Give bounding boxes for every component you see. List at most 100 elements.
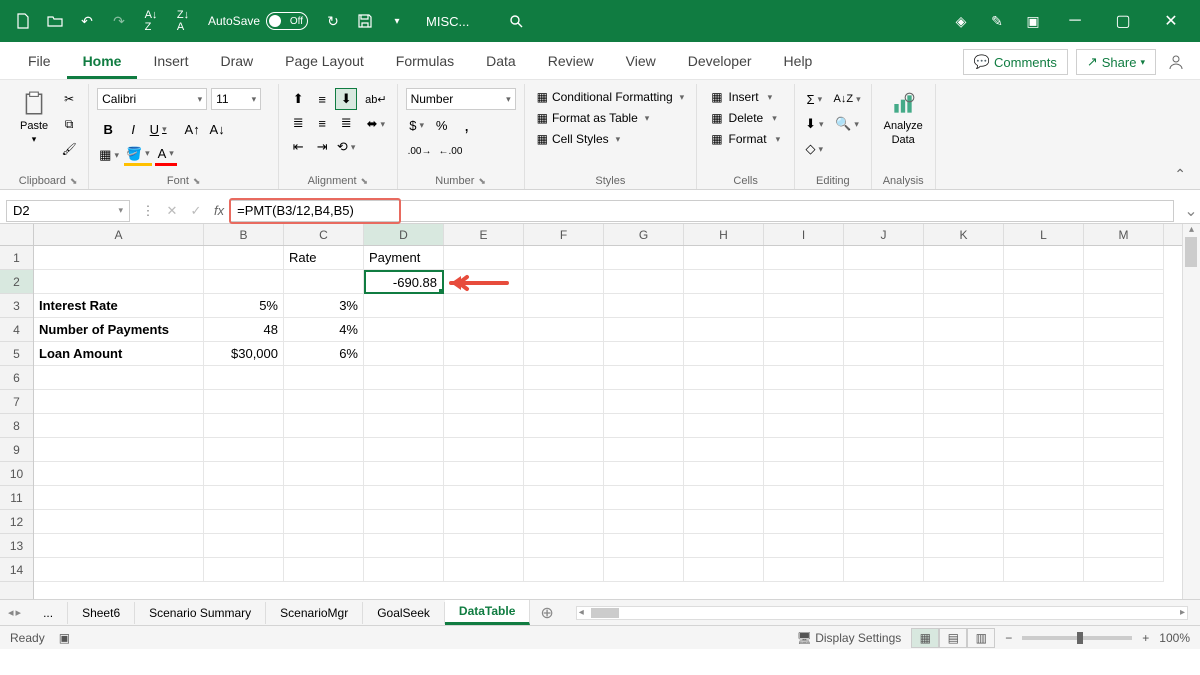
zoom-in-button[interactable]: + (1142, 631, 1149, 645)
cell-E14[interactable] (444, 558, 524, 582)
hscroll-thumb[interactable] (591, 608, 619, 618)
format-as-table-button[interactable]: ▦ Format as Table (533, 109, 689, 127)
cell-J11[interactable] (844, 486, 924, 510)
cell-J7[interactable] (844, 390, 924, 414)
cell-C7[interactable] (284, 390, 364, 414)
cell-D12[interactable] (364, 510, 444, 534)
cell-C6[interactable] (284, 366, 364, 390)
row-header-6[interactable]: 6 (0, 366, 33, 390)
delete-cells-button[interactable]: ▦ Delete (705, 109, 786, 127)
cell-J10[interactable] (844, 462, 924, 486)
cell-D10[interactable] (364, 462, 444, 486)
cell-G14[interactable] (604, 558, 684, 582)
tab-help[interactable]: Help (768, 45, 829, 79)
cell-F10[interactable] (524, 462, 604, 486)
cell-K12[interactable] (924, 510, 1004, 534)
cell-I12[interactable] (764, 510, 844, 534)
row-header-4[interactable]: 4 (0, 318, 33, 342)
cell-I8[interactable] (764, 414, 844, 438)
cell-C3[interactable]: 3% (284, 294, 364, 318)
cell-I11[interactable] (764, 486, 844, 510)
cell-C11[interactable] (284, 486, 364, 510)
font-size-combo[interactable]: 11 (211, 88, 261, 110)
decrease-decimal-icon[interactable]: ←.00 (437, 140, 465, 162)
cell-H7[interactable] (684, 390, 764, 414)
cell-I6[interactable] (764, 366, 844, 390)
cell-A2[interactable] (34, 270, 204, 294)
row-header-5[interactable]: 5 (0, 342, 33, 366)
cell-C10[interactable] (284, 462, 364, 486)
row-header-7[interactable]: 7 (0, 390, 33, 414)
cell-J6[interactable] (844, 366, 924, 390)
cell-I3[interactable] (764, 294, 844, 318)
align-right-icon[interactable]: ≣ (335, 112, 357, 134)
cell-E1[interactable] (444, 246, 524, 270)
cell-H11[interactable] (684, 486, 764, 510)
cell-J12[interactable] (844, 510, 924, 534)
cell-F12[interactable] (524, 510, 604, 534)
cell-L9[interactable] (1004, 438, 1084, 462)
add-sheet-button[interactable]: ⊕ (530, 603, 563, 623)
cell-E3[interactable] (444, 294, 524, 318)
cell-C14[interactable] (284, 558, 364, 582)
cell-A5[interactable]: Loan Amount (34, 342, 204, 366)
cell-D1[interactable]: Payment (364, 246, 444, 270)
cell-I2[interactable] (764, 270, 844, 294)
cell-I5[interactable] (764, 342, 844, 366)
cell-E7[interactable] (444, 390, 524, 414)
cell-H12[interactable] (684, 510, 764, 534)
clear-icon[interactable]: ◇ (803, 138, 825, 160)
cell-D8[interactable] (364, 414, 444, 438)
cell-F13[interactable] (524, 534, 604, 558)
cell-F3[interactable] (524, 294, 604, 318)
conditional-formatting-button[interactable]: ▦ Conditional Formatting (533, 88, 689, 106)
cell-H4[interactable] (684, 318, 764, 342)
cell-K5[interactable] (924, 342, 1004, 366)
cell-D4[interactable] (364, 318, 444, 342)
cell-G1[interactable] (604, 246, 684, 270)
sheet-nav-prev-icon[interactable]: ▸ (16, 606, 22, 619)
sort-desc-icon[interactable]: Z↓A (168, 6, 198, 36)
cells-area[interactable]: RatePayment-690.88Interest Rate5%3%Numbe… (34, 246, 1182, 599)
cell-F6[interactable] (524, 366, 604, 390)
pen-icon[interactable]: ✎ (982, 6, 1012, 36)
increase-decimal-icon[interactable]: .00→ (406, 140, 434, 162)
cell-F9[interactable] (524, 438, 604, 462)
align-middle-icon[interactable]: ≡ (311, 88, 333, 110)
horizontal-scrollbar[interactable]: ◂ ▸ (576, 606, 1188, 620)
cell-E6[interactable] (444, 366, 524, 390)
zoom-level[interactable]: 100% (1159, 631, 1190, 645)
cell-H14[interactable] (684, 558, 764, 582)
cell-A13[interactable] (34, 534, 204, 558)
cell-F7[interactable] (524, 390, 604, 414)
align-top-icon[interactable]: ⬆ (287, 88, 309, 110)
font-name-combo[interactable]: Calibri (97, 88, 207, 110)
redo-icon[interactable]: ↷ (104, 6, 134, 36)
zoom-out-button[interactable]: − (1005, 631, 1012, 645)
cell-H3[interactable] (684, 294, 764, 318)
autosave-toggle[interactable]: AutoSave Off (208, 12, 308, 30)
cell-J14[interactable] (844, 558, 924, 582)
cell-F14[interactable] (524, 558, 604, 582)
italic-button[interactable]: I (122, 118, 144, 140)
cell-C4[interactable]: 4% (284, 318, 364, 342)
cell-C8[interactable] (284, 414, 364, 438)
format-cells-button[interactable]: ▦ Format (705, 130, 786, 148)
cell-I4[interactable] (764, 318, 844, 342)
record-macro-icon[interactable]: ▣ (59, 631, 70, 645)
cell-B6[interactable] (204, 366, 284, 390)
tab-developer[interactable]: Developer (672, 45, 768, 79)
number-format-combo[interactable]: Number (406, 88, 516, 110)
cell-K7[interactable] (924, 390, 1004, 414)
cell-A1[interactable] (34, 246, 204, 270)
vertical-scrollbar[interactable]: ▴ (1182, 224, 1200, 599)
qat-more-icon[interactable]: ▾ (382, 6, 412, 36)
sheet-tab-scenario-summary[interactable]: Scenario Summary (135, 602, 266, 624)
align-left-icon[interactable]: ≣ (287, 112, 309, 134)
sheet-tab-sheet6[interactable]: Sheet6 (68, 602, 135, 624)
align-center-icon[interactable]: ≡ (311, 112, 333, 134)
bold-button[interactable]: B (97, 118, 119, 140)
cell-M7[interactable] (1084, 390, 1164, 414)
cell-G13[interactable] (604, 534, 684, 558)
cell-L8[interactable] (1004, 414, 1084, 438)
